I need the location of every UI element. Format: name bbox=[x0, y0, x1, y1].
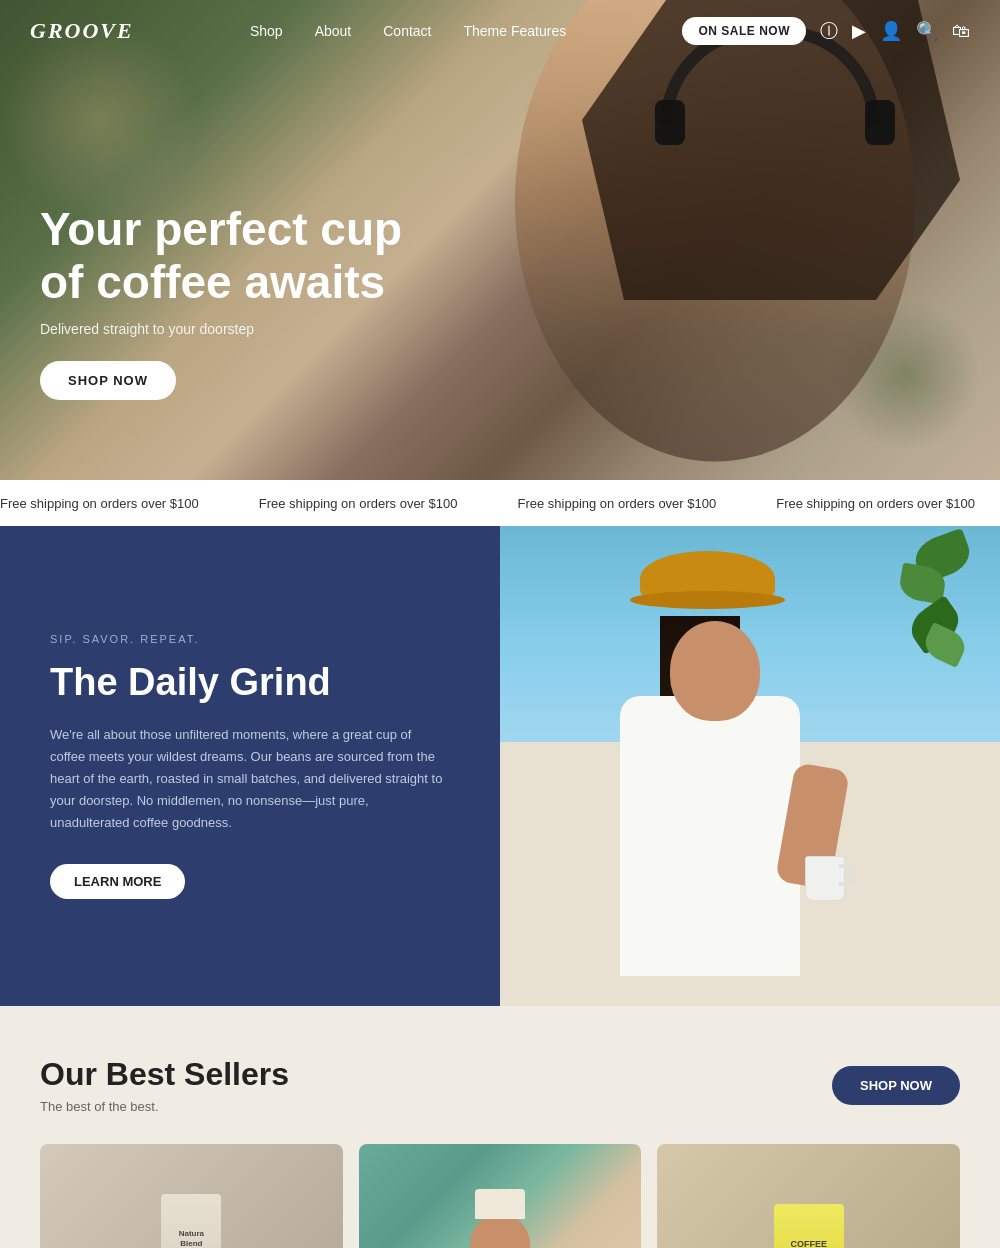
hero-content: Your perfect cup of coffee awaits Delive… bbox=[40, 203, 440, 400]
instagram-icon[interactable]: Ⓘ bbox=[820, 19, 838, 43]
hero-cta-button[interactable]: SHOP NOW bbox=[40, 361, 176, 400]
hero-section: Your perfect cup of coffee awaits Delive… bbox=[0, 0, 1000, 480]
bestsellers-section: Our Best Sellers The best of the best. S… bbox=[0, 1006, 1000, 1248]
product-label: COFFEE bbox=[790, 1239, 827, 1248]
nav-link-about[interactable]: About bbox=[315, 23, 352, 39]
hero-title: Your perfect cup of coffee awaits bbox=[40, 203, 440, 309]
split-body: We're all about those unfiltered moments… bbox=[50, 724, 450, 834]
split-eyebrow: SIP. SAVOR. REPEAT. bbox=[50, 633, 450, 645]
learn-more-button[interactable]: LEARN MORE bbox=[50, 864, 185, 899]
ticker-content: Free shipping on orders over $100 Free s… bbox=[0, 496, 1000, 511]
tiktok-icon[interactable]: ▶ bbox=[852, 20, 866, 42]
scene-person bbox=[540, 586, 860, 1006]
nav-link-shop[interactable]: Shop bbox=[250, 23, 283, 39]
ticker-item: Free shipping on orders over $100 bbox=[259, 496, 458, 511]
bestsellers-header: Our Best Sellers The best of the best. S… bbox=[40, 1056, 960, 1114]
split-right-panel bbox=[500, 526, 1000, 1006]
ticker-bar: Free shipping on orders over $100 Free s… bbox=[0, 480, 1000, 526]
product-card[interactable]: COFFEE bbox=[657, 1144, 960, 1248]
account-icon[interactable]: 👤 bbox=[880, 20, 902, 42]
hero-subtitle: Delivered straight to your doorstep bbox=[40, 321, 440, 337]
bestsellers-subtitle: The best of the best. bbox=[40, 1099, 289, 1114]
nav-link-theme-features[interactable]: Theme Features bbox=[464, 23, 567, 39]
product-package: NaturaBlend bbox=[161, 1194, 221, 1248]
navbar: GROOVE Shop About Contact Theme Features… bbox=[0, 0, 1000, 62]
product-package: COFFEE bbox=[774, 1204, 844, 1248]
bestsellers-text: Our Best Sellers The best of the best. bbox=[40, 1056, 289, 1114]
cart-icon[interactable]: 🛍 bbox=[952, 21, 970, 42]
on-sale-button[interactable]: ON SALE NOW bbox=[682, 17, 806, 45]
product-grid: NaturaBlend COFFEE bbox=[40, 1144, 960, 1248]
brand-logo[interactable]: GROOVE bbox=[30, 18, 134, 44]
split-left-panel: SIP. SAVOR. REPEAT. The Daily Grind We'r… bbox=[0, 526, 500, 1006]
product-card[interactable] bbox=[359, 1144, 642, 1248]
search-icon[interactable]: 🔍 bbox=[916, 20, 938, 42]
nav-links: Shop About Contact Theme Features bbox=[250, 23, 566, 39]
ticker-item: Free shipping on orders over $100 bbox=[0, 496, 199, 511]
product-label: NaturaBlend bbox=[179, 1229, 204, 1248]
bestsellers-title: Our Best Sellers bbox=[40, 1056, 289, 1093]
split-section: SIP. SAVOR. REPEAT. The Daily Grind We'r… bbox=[0, 526, 1000, 1006]
navbar-right: ON SALE NOW Ⓘ ▶ 👤 🔍 🛍 bbox=[682, 17, 970, 45]
product-card[interactable]: NaturaBlend bbox=[40, 1144, 343, 1248]
scene-plant bbox=[895, 536, 985, 681]
shop-now-button[interactable]: SHOP NOW bbox=[832, 1066, 960, 1105]
ticker-item: Free shipping on orders over $100 bbox=[776, 496, 975, 511]
split-title: The Daily Grind bbox=[50, 661, 450, 704]
nav-link-contact[interactable]: Contact bbox=[383, 23, 431, 39]
ticker-item: Free shipping on orders over $100 bbox=[517, 496, 716, 511]
